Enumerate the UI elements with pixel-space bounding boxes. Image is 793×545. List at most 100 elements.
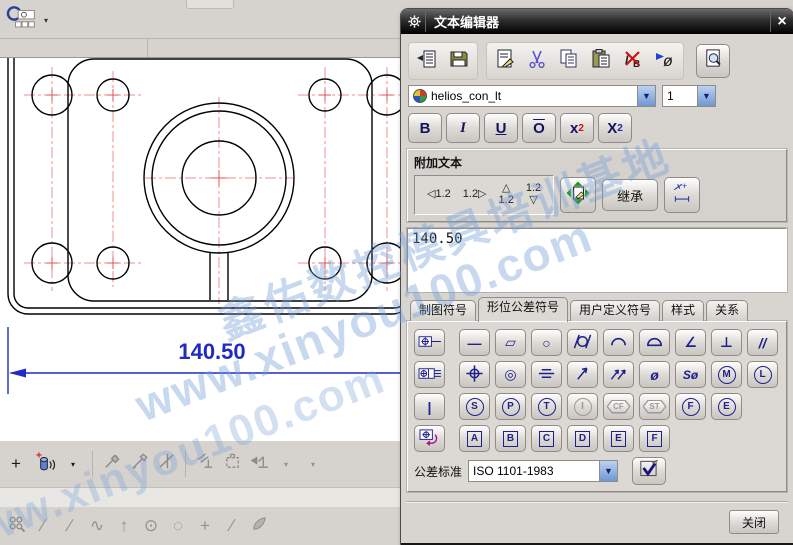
separator-bar-button[interactable]: | <box>414 393 445 420</box>
underline-button[interactable]: U <box>484 113 518 143</box>
straightness-button[interactable]: — <box>459 329 490 356</box>
circular-runout-icon <box>573 364 592 386</box>
reset-text-button[interactable] <box>560 177 597 213</box>
tangent-plane-button[interactable]: T <box>531 393 562 420</box>
delete-format-button[interactable]: IB <box>619 47 647 75</box>
dimension-text[interactable]: 140.50 <box>178 339 245 364</box>
save-icon <box>448 48 470 75</box>
clear-text-button[interactable] <box>491 47 519 75</box>
datum-f-button[interactable]: F <box>639 425 670 452</box>
insert-feature-caret[interactable]: ▾ <box>63 452 83 476</box>
datum-d-button[interactable]: D <box>567 425 598 452</box>
close-icon[interactable]: × <box>770 11 793 32</box>
ins-sym-icon: ø <box>654 48 676 75</box>
display-mode-tool[interactable]: ▾ <box>6 4 48 37</box>
tab-relations[interactable]: 关系 <box>706 300 749 321</box>
profile-of-line-button[interactable] <box>603 329 634 356</box>
chevron-down-icon[interactable]: ▼ <box>599 461 618 481</box>
insert-single-frame-button[interactable] <box>414 329 445 356</box>
text-below-button[interactable]: 1.2 ▽ <box>526 183 541 206</box>
datum-a-button[interactable]: A <box>459 425 490 452</box>
chevron-down-icon[interactable]: ▼ <box>697 86 715 106</box>
symmetry-button[interactable] <box>531 361 562 388</box>
text-editor-input[interactable]: 140.50 <box>406 227 788 293</box>
tab-user-defined-symbols[interactable]: 用户定义符号 <box>570 300 661 321</box>
line-tool: ∕ <box>41 516 45 535</box>
angularity-button[interactable]: ∠ <box>675 329 706 356</box>
circular-runout-button[interactable] <box>567 361 598 388</box>
tab-drafting-symbols[interactable]: 制图符号 <box>410 300 477 321</box>
position-button[interactable] <box>459 361 490 388</box>
profile-of-surface-icon <box>645 332 664 354</box>
statistical-tolerance-button[interactable]: ST <box>639 393 670 420</box>
chevron-down-icon[interactable]: ▾ <box>44 16 48 25</box>
toolbar-group: IB ø <box>486 42 684 80</box>
drawing-canvas[interactable]: 140.50 <box>0 36 413 442</box>
copy-button[interactable] <box>555 47 583 75</box>
bold-button[interactable]: B <box>408 113 442 143</box>
diameter-button[interactable]: ø <box>639 361 670 388</box>
insert-feature-tool[interactable]: + <box>33 450 56 478</box>
text-before-button[interactable]: ◁1.2 <box>427 189 451 201</box>
size-combo-value: 1 <box>667 89 674 103</box>
point-tool[interactable]: + <box>6 452 26 476</box>
save-text-button[interactable] <box>445 47 473 75</box>
preview-button[interactable] <box>696 44 730 78</box>
text-after-button[interactable]: 1.2▷ <box>463 189 487 201</box>
cyl-new-icon: + <box>33 450 56 478</box>
line-tool-2: ∕ <box>68 516 72 535</box>
tolerance-standard-combo[interactable]: ISO 1101-1983 ▼ <box>468 460 619 482</box>
size-combo[interactable]: 1 ▼ <box>662 85 716 107</box>
close-button[interactable]: 关闭 <box>728 510 779 534</box>
erase-object-tool <box>102 452 122 476</box>
inherit-button[interactable]: 继承 <box>602 179 659 211</box>
italic-button[interactable]: I <box>446 113 480 143</box>
datum-b-button[interactable]: B <box>495 425 526 452</box>
spline-tool: ∿ <box>89 516 105 535</box>
datum-c-button[interactable]: C <box>531 425 562 452</box>
edit-dimension-style-button[interactable]: + <box>664 177 701 213</box>
free-state-button[interactable]: F <box>675 393 706 420</box>
gear-icon[interactable] <box>403 11 426 32</box>
mmc-button[interactable]: M <box>711 361 742 388</box>
validate-symbol-button[interactable] <box>632 457 667 486</box>
insert-compound-frame-button[interactable] <box>414 361 445 388</box>
spherical-diameter-button[interactable]: Sø <box>675 361 706 388</box>
curve-toolbar: ∕ ∕ ∿ ↑ ⊙ ◌ + ∕ <box>0 507 406 545</box>
rfs-button[interactable]: S <box>459 393 490 420</box>
text-above-button[interactable]: △ 1.2 <box>499 183 514 206</box>
perpendicularity-button[interactable]: ⊥ <box>711 329 742 356</box>
profile-of-surface-button[interactable] <box>639 329 670 356</box>
insert-single-frame-icon <box>417 332 442 354</box>
parallel-constraint-tool <box>195 452 215 476</box>
superscript-button[interactable]: x2 <box>560 113 594 143</box>
insert-frame-newline-button[interactable] <box>414 425 445 452</box>
tab-style[interactable]: 样式 <box>662 300 705 321</box>
paste-button[interactable] <box>587 47 615 75</box>
subscript-button[interactable]: X2 <box>598 113 632 143</box>
font-logo-icon <box>413 89 427 103</box>
chevron-down-icon[interactable]: ▼ <box>637 86 655 106</box>
parallelism-button[interactable]: // <box>747 329 778 356</box>
envelope-button[interactable]: E <box>711 393 742 420</box>
total-runout-button[interactable] <box>603 361 634 388</box>
continuous-feature-button[interactable]: CF <box>603 393 634 420</box>
insert-symbol-button[interactable]: ø <box>651 47 679 75</box>
tab-gdt-symbols[interactable]: 形位公差符号 <box>478 297 569 322</box>
lmc-button[interactable]: L <box>747 361 778 388</box>
concentricity-button[interactable]: ◎ <box>495 361 526 388</box>
circled-i-button[interactable]: I <box>567 393 598 420</box>
projected-tolerance-zone-button[interactable]: P <box>495 393 526 420</box>
load-text-button[interactable] <box>413 47 441 75</box>
font-combo[interactable]: helios_con_lt ▼ <box>408 85 656 107</box>
dialog-titlebar[interactable]: 文本编辑器 × <box>401 9 793 34</box>
circularity-button[interactable]: ○ <box>531 329 562 356</box>
datum-e-button[interactable]: E <box>603 425 634 452</box>
check-edit-icon <box>637 457 661 486</box>
overline-button[interactable]: O <box>522 113 556 143</box>
font-row: helios_con_lt ▼ 1 ▼ <box>408 85 788 107</box>
cut-button[interactable] <box>523 47 551 75</box>
cylindricity-button[interactable] <box>567 329 598 356</box>
flatness-button[interactable]: ▱ <box>495 329 526 356</box>
er2-icon <box>130 452 149 476</box>
